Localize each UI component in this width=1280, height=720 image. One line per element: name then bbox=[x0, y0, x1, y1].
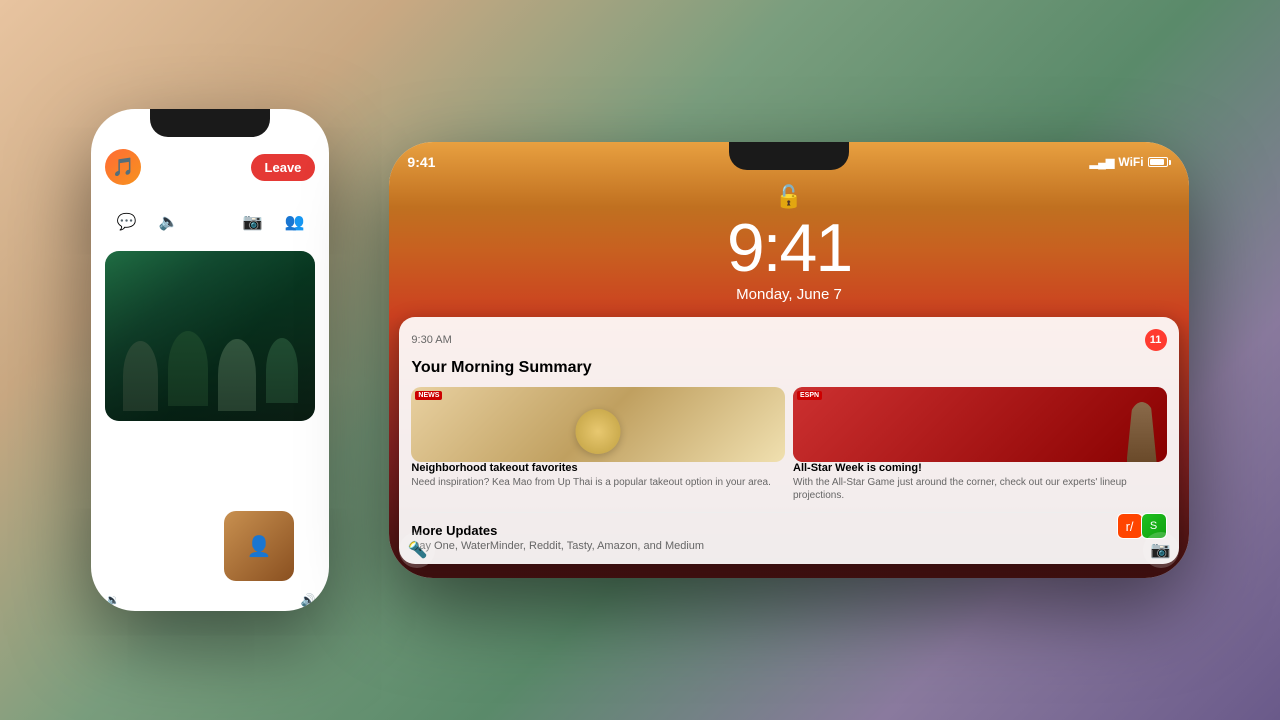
camera-button-lock[interactable]: 📷 bbox=[1143, 532, 1179, 568]
story-2-desc: With the All-Star Game just around the c… bbox=[793, 476, 1167, 502]
volume-bar: 🔉 🔊 bbox=[91, 589, 329, 611]
story-1-col: NEWS Neighborhood takeout favorites Need… bbox=[411, 387, 785, 502]
video-button[interactable]: 📷 bbox=[231, 201, 273, 243]
notification-title: Your Morning Summary bbox=[411, 359, 1166, 377]
lock-signal-icons: ▂▄▆ WiFi bbox=[1090, 155, 1171, 169]
leave-button[interactable]: Leave bbox=[251, 154, 316, 181]
lock-time: 9:41 bbox=[389, 214, 1188, 282]
notch-3 bbox=[729, 142, 849, 170]
progress-times: 1:15 -2:05 bbox=[105, 486, 315, 497]
video-overlay bbox=[105, 251, 315, 421]
rewind-button[interactable]: ⏮ bbox=[126, 533, 146, 559]
wifi-icon: ▾ bbox=[276, 122, 282, 136]
notification-card: 9:30 AM 11 Your Morning Summary NEWS Nei… bbox=[399, 317, 1178, 564]
message-button[interactable]: 💬 bbox=[105, 201, 147, 243]
espn-badge: ESPN bbox=[797, 391, 822, 400]
phone-3-screen: 9:41 ▂▄▆ WiFi 🔓 9:41 Monday, June 7 9:30… bbox=[389, 142, 1188, 578]
notch-1 bbox=[150, 109, 270, 137]
banner-left: 🎵 Started "Smile" For Justin Arnold › bbox=[105, 149, 244, 185]
facetime-banner: 🎵 Started "Smile" For Justin Arnold › Le… bbox=[91, 141, 329, 193]
lock-icon: 🔓 bbox=[389, 184, 1188, 210]
song-artist: Wolf Alice bbox=[105, 456, 162, 471]
time-elapsed: 1:15 bbox=[105, 486, 124, 497]
volume-track[interactable] bbox=[128, 599, 292, 602]
facetime-video bbox=[105, 251, 315, 421]
avatar: 🎵 bbox=[105, 149, 141, 185]
progress-bar[interactable]: 1:15 -2:05 bbox=[105, 481, 315, 497]
story-2-image[interactable]: ESPN bbox=[793, 387, 1167, 462]
more-updates-section: More Updates Day One, WaterMinder, Reddi… bbox=[411, 512, 1166, 552]
battery-icon-1 bbox=[286, 124, 309, 134]
lock-status-time: 9:41 bbox=[407, 154, 435, 170]
pip-video[interactable]: 👤 bbox=[224, 511, 294, 581]
sport-overlay bbox=[793, 387, 1167, 462]
notification-stories: NEWS Neighborhood takeout favorites Need… bbox=[411, 387, 1166, 502]
progress-fill bbox=[105, 481, 221, 484]
food-dish bbox=[576, 409, 621, 454]
facetime-controls: 💬 🔈 🎙 📷 👥 bbox=[91, 193, 329, 251]
lock-battery bbox=[1148, 157, 1171, 167]
banner-title: Started "Smile" bbox=[149, 154, 244, 169]
volume-fill bbox=[128, 599, 235, 602]
song-details: Smile Wolf Alice bbox=[105, 435, 162, 471]
volume-thumb bbox=[235, 595, 245, 605]
song-info: Smile Wolf Alice ··· bbox=[91, 421, 329, 475]
phone-1: 9:41 ▂▄▆ ▾ 🎵 Started "Smile" For Jus bbox=[91, 109, 329, 611]
more-updates-desc: Day One, WaterMinder, Reddit, Tasty, Ama… bbox=[411, 540, 1166, 552]
status-time-1: 9:41 bbox=[111, 121, 139, 137]
banner-subtitle: For Justin Arnold › bbox=[149, 169, 244, 181]
story-2-col: ESPN All-Star Week is coming! With the A… bbox=[793, 387, 1167, 502]
pause-button[interactable]: ⏸ bbox=[176, 530, 194, 563]
lock-date: Monday, June 7 bbox=[389, 286, 1188, 303]
more-button[interactable]: ··· bbox=[287, 439, 315, 467]
volume-min-icon: 🔉 bbox=[105, 593, 120, 607]
song-title: Smile bbox=[105, 435, 162, 456]
story-1-desc: Need inspiration? Kea Mao from Up Thai i… bbox=[411, 476, 785, 489]
reddit-icon: r/ bbox=[1117, 513, 1143, 539]
story-2-title: All-Star Week is coming! bbox=[793, 462, 1167, 474]
avatar-face: 🎵 bbox=[105, 149, 141, 185]
story-1-image[interactable]: NEWS bbox=[411, 387, 785, 462]
more-updates-title: More Updates bbox=[411, 523, 1166, 538]
volume-max-icon: 🔊 bbox=[300, 593, 315, 607]
mic-button[interactable]: 🎙 bbox=[189, 201, 231, 243]
phone-3: 9:41 ▂▄▆ WiFi 🔓 9:41 Monday, June 7 9:30… bbox=[389, 142, 1188, 578]
time-remaining: -2:05 bbox=[293, 486, 316, 497]
notification-time: 9:30 AM bbox=[411, 334, 451, 346]
notification-badge: 11 bbox=[1145, 329, 1167, 351]
progress-track bbox=[105, 481, 315, 484]
notification-header: 9:30 AM 11 bbox=[411, 329, 1166, 351]
playback-controls: ⏮ ⏸ 👤 bbox=[91, 503, 329, 589]
phone-1-screen: 9:41 ▂▄▆ ▾ 🎵 Started "Smile" For Jus bbox=[91, 109, 329, 611]
progress-thumb bbox=[216, 477, 226, 487]
news-badge: NEWS bbox=[415, 391, 442, 400]
people-button[interactable]: 👥 bbox=[273, 201, 315, 243]
banner-text: Started "Smile" For Justin Arnold › bbox=[149, 154, 244, 181]
story-1-title: Neighborhood takeout favorites bbox=[411, 462, 785, 474]
speaker-button[interactable]: 🔈 bbox=[147, 201, 189, 243]
lock-signal: ▂▄▆ bbox=[1090, 156, 1115, 169]
lock-wifi-icon: WiFi bbox=[1118, 155, 1143, 169]
